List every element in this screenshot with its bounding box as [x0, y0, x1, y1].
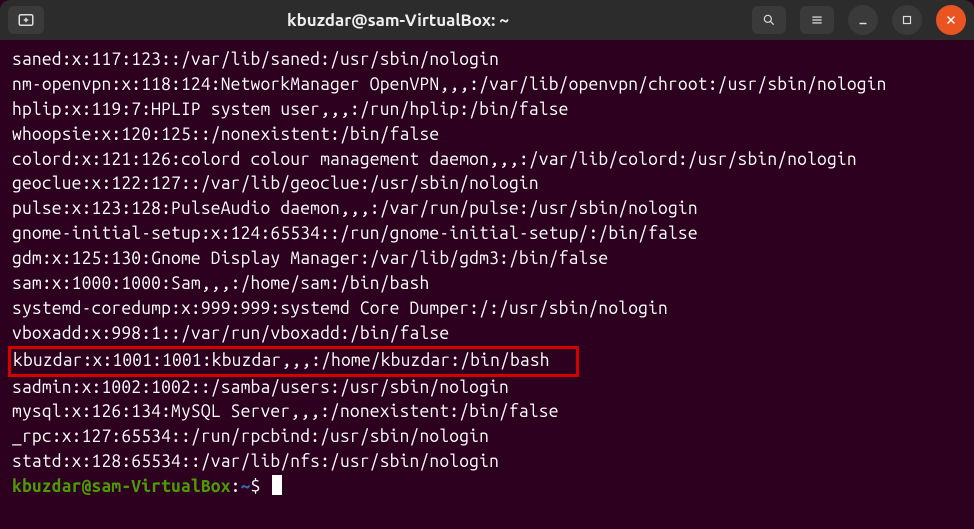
new-tab-button[interactable] — [8, 6, 44, 34]
terminal-line: vboxadd:x:998:1::/var/run/vboxadd:/bin/f… — [12, 322, 964, 347]
terminal-line: sadmin:x:1002:1002::/samba/users:/usr/sb… — [12, 376, 964, 401]
terminal-line: hplip:x:119:7:HPLIP system user,,,:/run/… — [12, 98, 964, 123]
terminal-line: saned:x:117:123::/var/lib/saned:/usr/sbi… — [12, 48, 964, 73]
terminal-line: whoopsie:x:120:125::/nonexistent:/bin/fa… — [12, 123, 964, 148]
terminal-line: pulse:x:123:128:PulseAudio daemon,,,:/va… — [12, 197, 964, 222]
minimize-button[interactable] — [848, 5, 878, 35]
window-title: kbuzdar@sam-VirtualBox: ~ — [52, 11, 744, 30]
terminal-line: systemd-coredump:x:999:999:systemd Core … — [12, 297, 964, 322]
terminal-line: gdm:x:125:130:Gnome Display Manager:/var… — [12, 247, 964, 272]
prompt-sep: : — [231, 477, 241, 496]
prompt-line[interactable]: kbuzdar@sam-VirtualBox:~$ — [12, 475, 964, 500]
window-titlebar: kbuzdar@sam-VirtualBox: ~ — [0, 0, 974, 40]
terminal-line: sam:x:1000:1000:Sam,,,:/home/sam:/bin/ba… — [12, 272, 964, 297]
terminal-output[interactable]: saned:x:117:123::/var/lib/saned:/usr/sbi… — [0, 40, 974, 506]
prompt-dollar: $ — [251, 477, 271, 496]
terminal-line: gnome-initial-setup:x:124:65534::/run/gn… — [12, 222, 964, 247]
prompt-userhost: kbuzdar@sam-VirtualBox — [12, 477, 231, 496]
highlighted-line: kbuzdar:x:1001:1001:kbuzdar,,,:/home/kbu… — [8, 346, 579, 377]
titlebar-controls — [752, 5, 966, 35]
menu-button[interactable] — [800, 6, 834, 34]
terminal-line: colord:x:121:126:colord colour managemen… — [12, 148, 964, 173]
terminal-line: mysql:x:126:134:MySQL Server,,,:/nonexis… — [12, 400, 964, 425]
search-button[interactable] — [752, 6, 786, 34]
terminal-line: kbuzdar:x:1001:1001:kbuzdar,,,:/home/kbu… — [12, 347, 964, 376]
terminal-line: _rpc:x:127:65534::/run/rpcbind:/usr/sbin… — [12, 425, 964, 450]
terminal-line: geoclue:x:122:127::/var/lib/geoclue:/usr… — [12, 172, 964, 197]
prompt-path: ~ — [241, 477, 251, 496]
terminal-line: nm-openvpn:x:118:124:NetworkManager Open… — [12, 73, 964, 98]
cursor — [272, 475, 282, 495]
close-button[interactable] — [936, 5, 966, 35]
maximize-button[interactable] — [892, 5, 922, 35]
terminal-line: statd:x:128:65534::/var/lib/nfs:/usr/sbi… — [12, 450, 964, 475]
